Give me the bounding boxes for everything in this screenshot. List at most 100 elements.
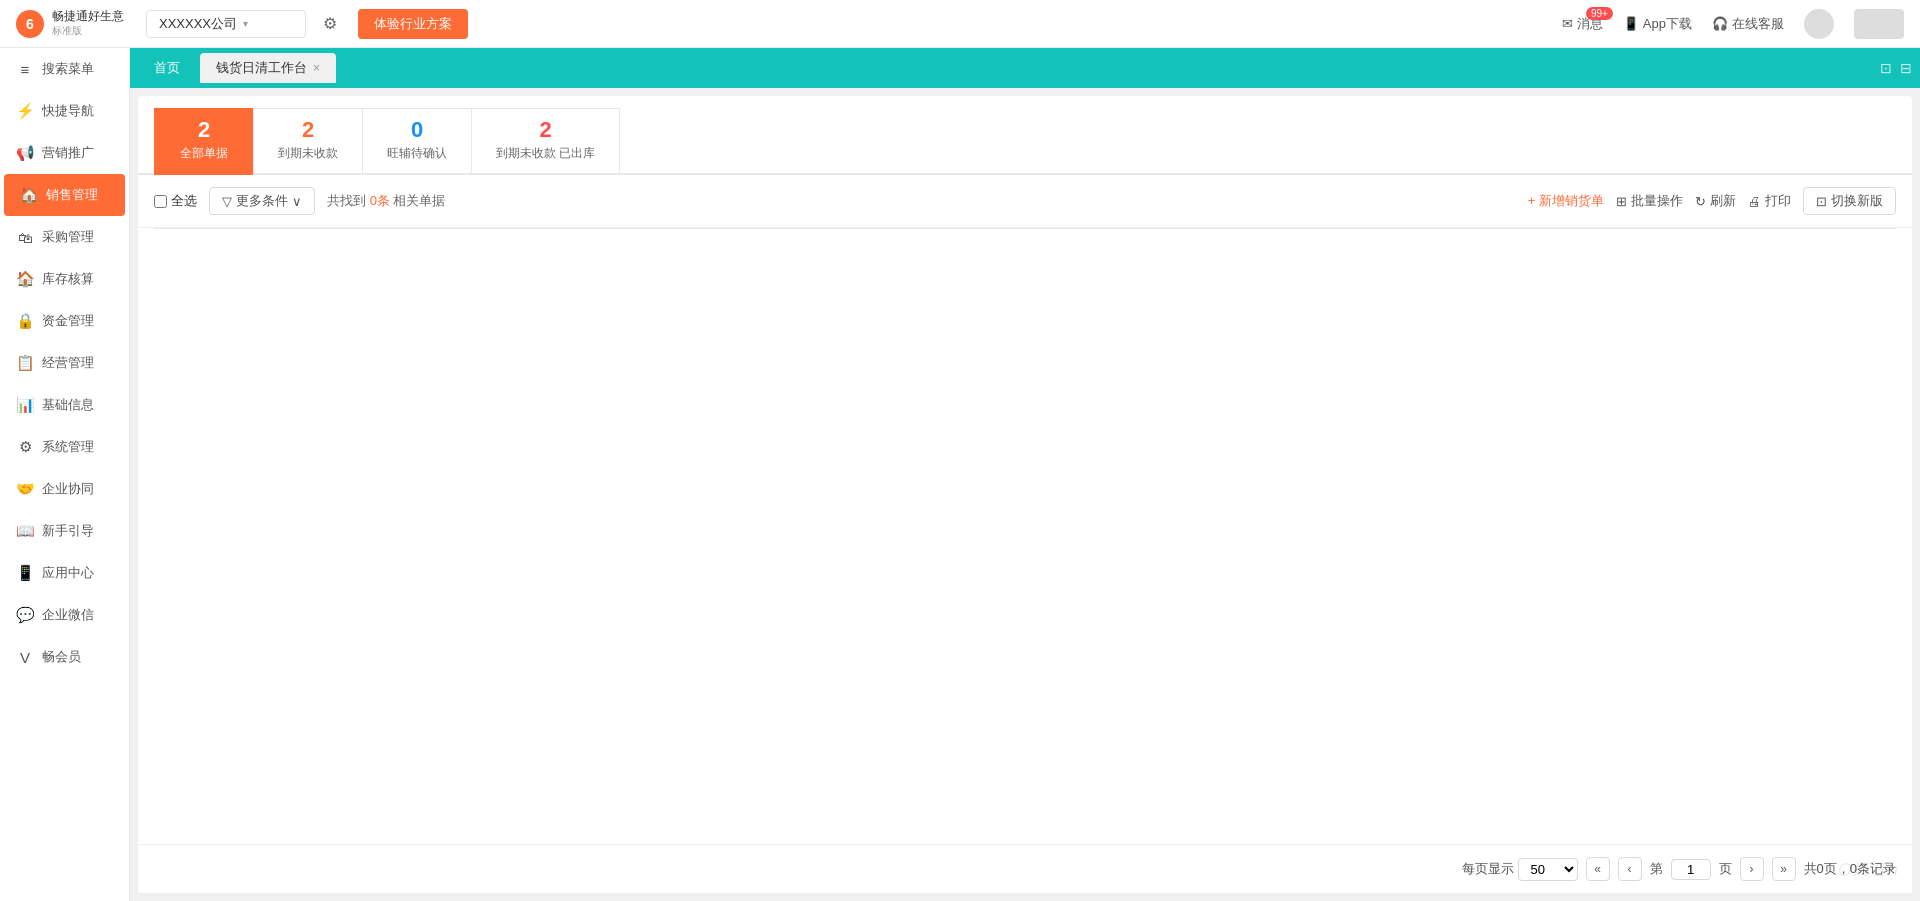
experience-btn[interactable]: 体验行业方案 — [358, 9, 468, 39]
sidebar-item-basic-info[interactable]: 📊 基础信息 — [0, 384, 129, 426]
app-download-icon: 📱 — [1623, 16, 1639, 31]
sidebar-label-sales-mgmt: 销售管理 — [46, 186, 98, 204]
tab-bar: 首页 钱货日清工作台 × ⊡ ⊟ — [130, 48, 1920, 88]
sidebar-label-enterprise: 企业协同 — [42, 480, 94, 498]
per-page-dropdown[interactable]: 50 100 200 — [1518, 858, 1578, 881]
sidebar-label-search-menu: 搜索菜单 — [42, 60, 94, 78]
sidebar-item-enterprise[interactable]: 🤝 企业协同 — [0, 468, 129, 510]
sidebar-item-sys-mgmt[interactable]: ⚙ 系统管理 — [0, 426, 129, 468]
stat-wangwang-label: 旺辅待确认 — [387, 145, 447, 162]
sidebar-item-inventory[interactable]: 🏠 库存核算 — [0, 258, 129, 300]
tab-active[interactable]: 钱货日清工作台 × — [200, 53, 336, 83]
refresh-label: 刷新 — [1710, 192, 1736, 210]
sidebar-label-tutorial: 新手引导 — [42, 522, 94, 540]
batch-operation-btn[interactable]: ⊞ 批量操作 — [1616, 192, 1683, 210]
marketing-icon: 📢 — [16, 144, 34, 162]
sidebar-item-vip[interactable]: V 畅会员 — [0, 636, 129, 678]
sidebar: ≡ 搜索菜单 ⚡ 快捷导航 📢 营销推广 🏠 销售管理 🛍 采购管理 🏠 库存核… — [0, 48, 130, 901]
sidebar-label-vip: 畅会员 — [42, 648, 81, 666]
app-download-button[interactable]: 📱 App下载 — [1623, 15, 1692, 33]
sidebar-item-tutorial[interactable]: 📖 新手引导 — [0, 510, 129, 552]
pagination-bar: 每页显示 50 100 200 « ‹ 第 页 › » 共0页，0条记录 — [138, 844, 1912, 893]
select-all-input[interactable] — [154, 195, 167, 208]
tab-active-label: 钱货日清工作台 — [216, 59, 307, 77]
sidebar-label-enterprise-wx: 企业微信 — [42, 606, 94, 624]
stat-tab-all[interactable]: 2 全部单据 — [154, 108, 254, 175]
company-selector[interactable]: XXXXXX公司 ▾ — [146, 10, 306, 38]
logo-text-block: 畅捷通好生意 标准版 — [52, 9, 124, 39]
filter-button[interactable]: ▽ 更多条件 ∨ — [209, 187, 315, 215]
prev-page-btn[interactable]: ‹ — [1618, 857, 1642, 881]
print-label: 打印 — [1765, 192, 1791, 210]
app-download-label: App下载 — [1643, 15, 1692, 33]
sidebar-label-operations: 经营管理 — [42, 354, 94, 372]
operations-icon: 📋 — [16, 354, 34, 372]
batch-icon: ⊞ — [1616, 194, 1627, 209]
purchase-mgmt-icon: 🛍 — [16, 229, 34, 246]
page-suffix: 页 — [1719, 860, 1732, 878]
per-page-select: 每页显示 50 100 200 — [1462, 858, 1578, 881]
switch-label: 切换新版 — [1831, 192, 1883, 210]
first-page-btn[interactable]: « — [1586, 857, 1610, 881]
logo-area: 6 畅捷通好生意 标准版 — [16, 9, 146, 39]
next-page-btn[interactable]: › — [1740, 857, 1764, 881]
stat-all-num: 2 — [198, 117, 210, 143]
sidebar-item-operations[interactable]: 📋 经营管理 — [0, 342, 129, 384]
sidebar-label-app-center: 应用中心 — [42, 564, 94, 582]
logo-icon: 6 — [16, 10, 44, 38]
user-avatar[interactable] — [1804, 9, 1834, 39]
tab-close-icon[interactable]: × — [313, 61, 320, 75]
page-number-input[interactable] — [1671, 859, 1711, 880]
refresh-btn[interactable]: ↻ 刷新 — [1695, 192, 1736, 210]
filter-label: 更多条件 — [236, 192, 288, 210]
tab-minimize-btn[interactable]: ⊟ — [1900, 60, 1912, 76]
chevron-down-icon: ▾ — [243, 18, 248, 29]
last-page-btn[interactable]: » — [1772, 857, 1796, 881]
sidebar-item-purchase-mgmt[interactable]: 🛍 采购管理 — [0, 216, 129, 258]
batch-label: 批量操作 — [1631, 192, 1683, 210]
sales-mgmt-icon: 🏠 — [20, 186, 38, 204]
sidebar-item-marketing[interactable]: 📢 营销推广 — [0, 132, 129, 174]
stat-tab-overdue-unpaid[interactable]: 2 到期未收款 — [253, 108, 363, 175]
total-records: 共0页，0条记录 — [1804, 860, 1896, 878]
list-area — [138, 229, 1912, 844]
tab-bar-right: ⊡ ⊟ — [1880, 60, 1912, 76]
sidebar-label-finance: 资金管理 — [42, 312, 94, 330]
per-page-label: 每页显示 — [1462, 860, 1514, 878]
tab-home-label: 首页 — [154, 59, 180, 77]
sidebar-item-enterprise-wx[interactable]: 💬 企业微信 — [0, 594, 129, 636]
stat-all-label: 全部单据 — [180, 145, 228, 162]
user-name[interactable] — [1854, 9, 1904, 39]
inventory-icon: 🏠 — [16, 270, 34, 288]
filter-chevron-icon: ∨ — [292, 194, 302, 209]
sidebar-item-quick-nav[interactable]: ⚡ 快捷导航 — [0, 90, 129, 132]
message-button[interactable]: ✉ 消息 99+ — [1562, 15, 1603, 33]
sidebar-item-finance[interactable]: 🔒 资金管理 — [0, 300, 129, 342]
tab-home[interactable]: 首页 — [138, 53, 196, 83]
tutorial-icon: 📖 — [16, 522, 34, 540]
tab-restore-btn[interactable]: ⊡ — [1880, 60, 1892, 76]
sidebar-item-sales-mgmt[interactable]: 🏠 销售管理 — [4, 174, 125, 216]
enterprise-icon: 🤝 — [16, 480, 34, 498]
switch-new-version-btn[interactable]: ⊡ 切换新版 — [1803, 187, 1896, 215]
message-icon: ✉ — [1562, 16, 1573, 31]
top-header: 6 畅捷通好生意 标准版 XXXXXX公司 ▾ ⚙ 体验行业方案 ✉ 消息 99… — [0, 0, 1920, 48]
basic-info-icon: 📊 — [16, 396, 34, 414]
settings-button[interactable]: ⚙ — [314, 8, 346, 40]
sidebar-item-search-menu[interactable]: ≡ 搜索菜单 — [0, 48, 129, 90]
finance-icon: 🔒 — [16, 312, 34, 330]
page-prefix: 第 — [1650, 860, 1663, 878]
print-btn[interactable]: 🖨 打印 — [1748, 192, 1791, 210]
sidebar-label-marketing: 营销推广 — [42, 144, 94, 162]
add-sales-order-btn[interactable]: + 新增销货单 — [1528, 192, 1604, 210]
found-count: 0条 — [370, 193, 390, 208]
stat-tab-overdue-unshipped[interactable]: 2 到期未收款 已出库 — [471, 108, 620, 175]
sidebar-label-quick-nav: 快捷导航 — [42, 102, 94, 120]
sidebar-item-app-center[interactable]: 📱 应用中心 — [0, 552, 129, 594]
select-all-checkbox[interactable]: 全选 — [154, 192, 197, 210]
online-service-button[interactable]: 🎧 在线客服 — [1712, 15, 1784, 33]
stat-overdue-unshipped-label: 到期未收款 已出库 — [496, 145, 595, 162]
stat-tab-wangwang[interactable]: 0 旺辅待确认 — [362, 108, 472, 175]
company-name: XXXXXX公司 — [159, 15, 237, 33]
sys-mgmt-icon: ⚙ — [16, 438, 34, 456]
